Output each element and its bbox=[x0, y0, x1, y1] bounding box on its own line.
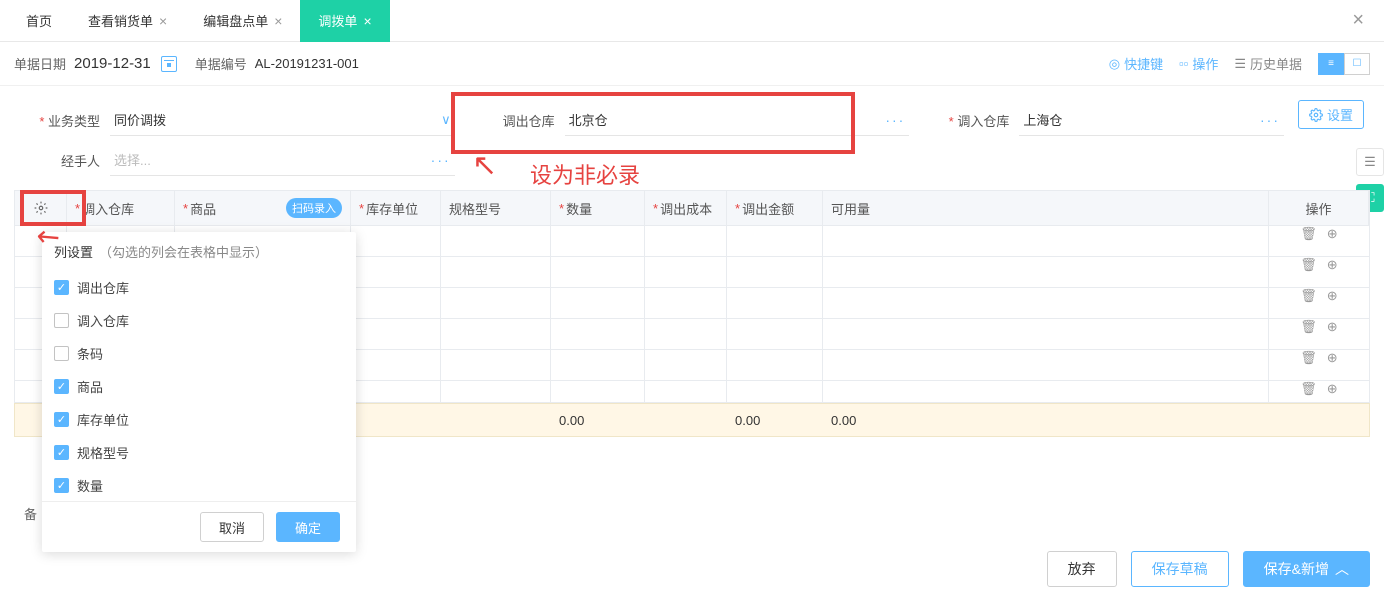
tab-stocktake[interactable]: 编辑盘点单× bbox=[185, 0, 300, 42]
col-product[interactable]: *商品扫码录入 bbox=[175, 191, 351, 225]
grid-area: ↖ *调入仓库 *商品扫码录入 *库存单位 规格型号 *数量 *调出成本 *调出… bbox=[14, 190, 1370, 437]
col-spec[interactable]: 规格型号 bbox=[441, 191, 551, 225]
discard-button[interactable]: 放弃 bbox=[1047, 551, 1117, 587]
checkbox-icon[interactable]: ✓ bbox=[54, 478, 69, 493]
popover-item[interactable]: 调入仓库 bbox=[54, 304, 344, 337]
note-icon[interactable]: ☰ bbox=[1356, 148, 1384, 176]
add-icon[interactable]: ⊕ bbox=[1327, 319, 1338, 349]
col-qty[interactable]: *数量 bbox=[551, 191, 645, 225]
delete-icon[interactable]: 🗑 bbox=[1300, 319, 1317, 349]
tabs-bar: 首页 查看销货单× 编辑盘点单× 调拨单× × bbox=[0, 0, 1384, 42]
add-icon[interactable]: ⊕ bbox=[1327, 350, 1338, 380]
add-icon[interactable]: ⊕ bbox=[1327, 381, 1338, 402]
popover-list[interactable]: ✓调出仓库调入仓库条码✓商品✓库存单位✓规格型号✓数量单位2 bbox=[42, 271, 356, 501]
close-icon[interactable]: × bbox=[274, 13, 282, 29]
col-amount[interactable]: *调出金额 bbox=[727, 191, 823, 225]
tab-home[interactable]: 首页 bbox=[8, 0, 70, 42]
annotation-arrow-icon: ↖ bbox=[472, 148, 497, 183]
col-unit[interactable]: *库存单位 bbox=[351, 191, 441, 225]
column-settings-popover: 列设置（勾选的列会在表格中显示） ✓ 调出仓库调入仓库条码 ✓ 商品 ✓ 库存单位 ✓ 规格型… bbox=[42, 232, 356, 552]
close-icon[interactable]: × bbox=[159, 13, 167, 29]
checkbox-icon[interactable]: ✓ bbox=[54, 445, 69, 460]
chevron-down-icon: ∨ bbox=[441, 112, 451, 128]
scan-badge[interactable]: 扫码录入 bbox=[286, 198, 342, 218]
popover-item[interactable]: ✓ 商品 bbox=[54, 370, 344, 403]
annotation-text: 设为非必录 bbox=[530, 158, 640, 190]
calendar-icon[interactable] bbox=[161, 56, 177, 72]
col-cost[interactable]: *调出成本 bbox=[645, 191, 727, 225]
grid-header: *调入仓库 *商品扫码录入 *库存单位 规格型号 *数量 *调出成本 *调出金额… bbox=[14, 190, 1370, 226]
popover-item-label: 商品 bbox=[77, 377, 103, 396]
ops-link[interactable]: ▫▫ 操作 bbox=[1179, 54, 1218, 73]
checkbox-icon[interactable]: ✓ bbox=[54, 379, 69, 394]
handler-select[interactable]: 选择... ··· bbox=[110, 144, 455, 176]
save-new-button[interactable]: 保存&新增︿ bbox=[1243, 551, 1370, 587]
total-cost: 0.00 bbox=[727, 413, 823, 428]
settings-button[interactable]: 设置 bbox=[1298, 100, 1364, 129]
checkbox-icon[interactable] bbox=[54, 313, 69, 328]
biz-type-label: 业务类型 bbox=[20, 111, 110, 130]
toolbar: 单据日期 2019-12-31 单据编号 AL-20191231-001 ◎ 快… bbox=[0, 42, 1384, 86]
popover-item-label: 库存单位 bbox=[77, 410, 129, 429]
date-label: 单据日期 bbox=[14, 54, 66, 73]
cancel-button[interactable]: 取消 bbox=[200, 512, 264, 542]
delete-icon[interactable]: 🗑 bbox=[1300, 288, 1317, 318]
gear-icon bbox=[1309, 108, 1323, 122]
total-qty: 0.00 bbox=[551, 413, 645, 428]
delete-icon[interactable]: 🗑 bbox=[1300, 350, 1317, 380]
close-icon[interactable]: × bbox=[363, 13, 371, 29]
annotation-box-out-wh bbox=[451, 92, 855, 154]
popover-item-label: 规格型号 bbox=[77, 443, 129, 462]
delete-icon[interactable]: 🗑 bbox=[1300, 381, 1317, 402]
popover-item-label: 调出仓库 bbox=[77, 278, 129, 297]
more-icon[interactable]: ··· bbox=[431, 152, 451, 168]
remark-label: 备 bbox=[24, 504, 37, 523]
in-wh-select[interactable]: 上海仓 ··· bbox=[1019, 104, 1284, 136]
view-toggle[interactable]: ≡☐ bbox=[1318, 53, 1370, 75]
add-icon[interactable]: ⊕ bbox=[1327, 226, 1338, 256]
ok-button[interactable]: 确定 bbox=[276, 512, 340, 542]
col-ops: 操作 bbox=[1269, 191, 1369, 225]
shortcut-link[interactable]: ◎ 快捷键 bbox=[1109, 54, 1163, 73]
popover-item[interactable]: ✓ 调出仓库 bbox=[54, 271, 344, 304]
history-link[interactable]: ☰ 历史单据 bbox=[1234, 54, 1302, 73]
popover-item-label: 调入仓库 bbox=[77, 311, 129, 330]
docno-value: AL-20191231-001 bbox=[255, 56, 359, 71]
popover-item[interactable]: 条码 bbox=[54, 337, 344, 370]
biz-type-select[interactable]: 同价调拨 ∨ bbox=[110, 104, 455, 136]
add-icon[interactable]: ⊕ bbox=[1327, 288, 1338, 318]
checkbox-icon[interactable]: ✓ bbox=[54, 412, 69, 427]
save-draft-button[interactable]: 保存草稿 bbox=[1131, 551, 1229, 587]
more-icon[interactable]: ··· bbox=[1260, 112, 1280, 128]
handler-label: 经手人 bbox=[20, 151, 110, 170]
popover-item[interactable]: ✓ 库存单位 bbox=[54, 403, 344, 436]
col-avail[interactable]: 可用量 bbox=[823, 191, 1269, 225]
checkbox-icon[interactable]: ✓ bbox=[54, 280, 69, 295]
total-amount: 0.00 bbox=[823, 413, 864, 428]
in-wh-label: 调入仓库 bbox=[929, 111, 1019, 130]
popover-item-label: 条码 bbox=[77, 344, 103, 363]
docno-label: 单据编号 bbox=[195, 54, 247, 73]
popover-title: 列设置（勾选的列会在表格中显示） bbox=[42, 232, 356, 271]
popover-item[interactable]: ✓ 规格型号 bbox=[54, 436, 344, 469]
chevron-up-icon: ︿ bbox=[1335, 559, 1349, 579]
delete-icon[interactable]: 🗑 bbox=[1300, 257, 1317, 287]
window-close-icon[interactable]: × bbox=[1340, 9, 1376, 32]
more-icon[interactable]: ··· bbox=[885, 112, 905, 128]
bottom-bar: 放弃 保存草稿 保存&新增︿ bbox=[1047, 551, 1370, 587]
add-icon[interactable]: ⊕ bbox=[1327, 257, 1338, 287]
checkbox-icon[interactable] bbox=[54, 346, 69, 361]
popover-item[interactable]: ✓ 数量 bbox=[54, 469, 344, 501]
annotation-box-gear bbox=[20, 190, 86, 226]
popover-item-label: 数量 bbox=[77, 476, 103, 495]
tab-sales[interactable]: 查看销货单× bbox=[70, 0, 185, 42]
tab-transfer[interactable]: 调拨单× bbox=[300, 0, 389, 42]
delete-icon[interactable]: 🗑 bbox=[1300, 226, 1317, 256]
date-value[interactable]: 2019-12-31 bbox=[74, 55, 151, 72]
